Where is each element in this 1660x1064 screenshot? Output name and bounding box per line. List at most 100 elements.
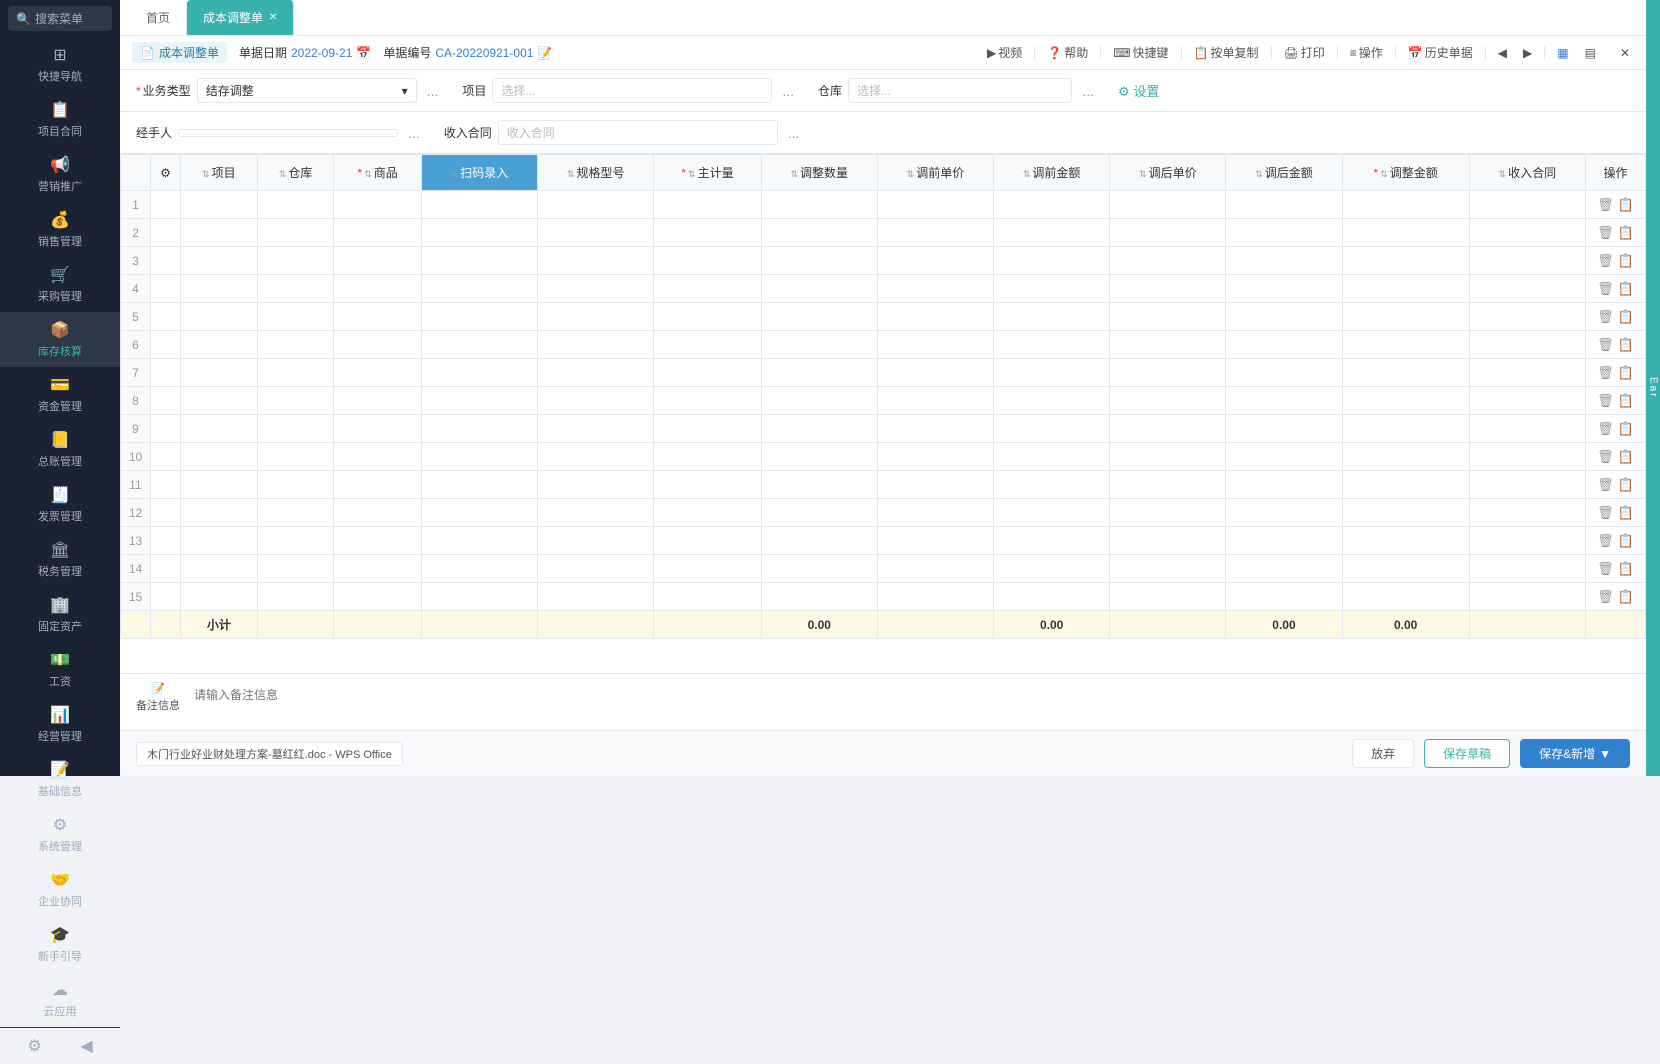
- cell-scan-input-9[interactable]: [421, 415, 537, 443]
- cell-scan-input-14[interactable]: [421, 555, 537, 583]
- cell-unit-1[interactable]: [654, 191, 761, 219]
- cell-adj-qty-8[interactable]: [761, 387, 877, 415]
- cell-income-contract-15[interactable]: [1469, 583, 1585, 611]
- cell-scan-input-1[interactable]: [421, 191, 537, 219]
- view-btn[interactable]: ▶ 视频: [983, 42, 1026, 63]
- cell-after-price-15[interactable]: [1110, 583, 1226, 611]
- cell-after-price-11[interactable]: [1110, 471, 1226, 499]
- cell-product-7[interactable]: [334, 359, 422, 387]
- cell-project-4[interactable]: [181, 275, 258, 303]
- cell-product-11[interactable]: [334, 471, 422, 499]
- cell-after-price-5[interactable]: [1110, 303, 1226, 331]
- cell-spec-15[interactable]: [538, 583, 654, 611]
- right-panel[interactable]: Ear: [1646, 0, 1660, 776]
- cell-product-15[interactable]: [334, 583, 422, 611]
- cell-spec-11[interactable]: [538, 471, 654, 499]
- sidebar-item-salary[interactable]: 💵工资: [0, 642, 120, 697]
- cell-before-amount-8[interactable]: [994, 387, 1110, 415]
- settings-icon[interactable]: ⚙: [27, 1036, 41, 1056]
- cell-spec-8[interactable]: [538, 387, 654, 415]
- cell-product-9[interactable]: [334, 415, 422, 443]
- copy-row-icon[interactable]: 📋: [1618, 197, 1634, 213]
- sidebar-item-enterprise-collab[interactable]: 🤝企业协同: [0, 862, 120, 917]
- list-view-btn[interactable]: ▤: [1581, 44, 1600, 62]
- cell-scan-input-8[interactable]: [421, 387, 537, 415]
- cell-warehouse-15[interactable]: [257, 583, 334, 611]
- cell-income-contract-4[interactable]: [1469, 275, 1585, 303]
- cell-before-price-2[interactable]: [877, 219, 993, 247]
- cell-before-amount-2[interactable]: [994, 219, 1110, 247]
- cell-adj-amount-6[interactable]: [1342, 331, 1469, 359]
- copy-row-icon[interactable]: 📋: [1618, 393, 1634, 409]
- cell-project-9[interactable]: [181, 415, 258, 443]
- cell-project-15[interactable]: [181, 583, 258, 611]
- cell-product-4[interactable]: [334, 275, 422, 303]
- cell-spec-14[interactable]: [538, 555, 654, 583]
- cell-project-13[interactable]: [181, 527, 258, 555]
- cell-before-price-7[interactable]: [877, 359, 993, 387]
- taskbar-item[interactable]: 木门行业好业财处理方案-墓红红.doc - WPS Office: [136, 742, 403, 766]
- cell-unit-4[interactable]: [654, 275, 761, 303]
- cell-before-amount-7[interactable]: [994, 359, 1110, 387]
- cell-income-contract-12[interactable]: [1469, 499, 1585, 527]
- delete-icon[interactable]: 🗑: [1597, 421, 1614, 437]
- cell-warehouse-10[interactable]: [257, 443, 334, 471]
- sidebar-item-newbie-guide[interactable]: 🎓新手引导: [0, 917, 120, 972]
- cell-unit-13[interactable]: [654, 527, 761, 555]
- cell-product-8[interactable]: [334, 387, 422, 415]
- cell-adj-amount-15[interactable]: [1342, 583, 1469, 611]
- cell-after-price-4[interactable]: [1110, 275, 1226, 303]
- cell-product-13[interactable]: [334, 527, 422, 555]
- cell-after-price-6[interactable]: [1110, 331, 1226, 359]
- cell-adj-qty-13[interactable]: [761, 527, 877, 555]
- delete-icon[interactable]: 🗑: [1597, 197, 1614, 213]
- cell-after-amount-13[interactable]: [1226, 527, 1342, 555]
- cell-scan-input-12[interactable]: [421, 499, 537, 527]
- sidebar-item-quick-nav[interactable]: ⊞快捷导航: [0, 37, 120, 92]
- cell-after-price-10[interactable]: [1110, 443, 1226, 471]
- cell-adj-amount-7[interactable]: [1342, 359, 1469, 387]
- cell-warehouse-5[interactable]: [257, 303, 334, 331]
- cell-unit-11[interactable]: [654, 471, 761, 499]
- sidebar-item-ops-mgmt[interactable]: 📊经营管理: [0, 697, 120, 752]
- cell-ops-2[interactable]: 🗑📋: [1586, 219, 1646, 247]
- delete-icon[interactable]: 🗑: [1597, 589, 1614, 605]
- cell-warehouse-11[interactable]: [257, 471, 334, 499]
- cell-after-amount-11[interactable]: [1226, 471, 1342, 499]
- sidebar-item-sys-mgmt[interactable]: ⚙系统管理: [0, 807, 120, 862]
- save-new-button[interactable]: 保存&新增 ▼: [1520, 739, 1630, 768]
- cell-spec-10[interactable]: [538, 443, 654, 471]
- cell-ops-4[interactable]: 🗑📋: [1586, 275, 1646, 303]
- copy-row-icon[interactable]: 📋: [1618, 421, 1634, 437]
- nav-prev-btn[interactable]: ◀: [1494, 44, 1511, 62]
- warehouse-select[interactable]: 选择...: [848, 78, 1072, 103]
- cell-unit-5[interactable]: [654, 303, 761, 331]
- cell-ops-11[interactable]: 🗑📋: [1586, 471, 1646, 499]
- cell-settings-3[interactable]: [151, 247, 181, 275]
- cell-settings-8[interactable]: [151, 387, 181, 415]
- cell-spec-2[interactable]: [538, 219, 654, 247]
- cell-settings-10[interactable]: [151, 443, 181, 471]
- cell-unit-2[interactable]: [654, 219, 761, 247]
- cell-spec-6[interactable]: [538, 331, 654, 359]
- cell-unit-9[interactable]: [654, 415, 761, 443]
- copy-btn[interactable]: 📋 按单复制: [1190, 42, 1263, 63]
- cell-adj-qty-6[interactable]: [761, 331, 877, 359]
- cell-adj-amount-9[interactable]: [1342, 415, 1469, 443]
- copy-row-icon[interactable]: 📋: [1618, 449, 1634, 465]
- cell-income-contract-11[interactable]: [1469, 471, 1585, 499]
- cell-before-amount-5[interactable]: [994, 303, 1110, 331]
- delete-icon[interactable]: 🗑: [1597, 393, 1614, 409]
- cell-product-2[interactable]: [334, 219, 422, 247]
- cell-unit-12[interactable]: [654, 499, 761, 527]
- cell-ops-13[interactable]: 🗑📋: [1586, 527, 1646, 555]
- cell-before-amount-13[interactable]: [994, 527, 1110, 555]
- cell-after-price-2[interactable]: [1110, 219, 1226, 247]
- cell-settings-5[interactable]: [151, 303, 181, 331]
- cell-adj-amount-14[interactable]: [1342, 555, 1469, 583]
- project-select[interactable]: 选择...: [492, 78, 772, 103]
- cell-warehouse-8[interactable]: [257, 387, 334, 415]
- delete-icon[interactable]: 🗑: [1597, 253, 1614, 269]
- cell-unit-15[interactable]: [654, 583, 761, 611]
- cell-adj-qty-2[interactable]: [761, 219, 877, 247]
